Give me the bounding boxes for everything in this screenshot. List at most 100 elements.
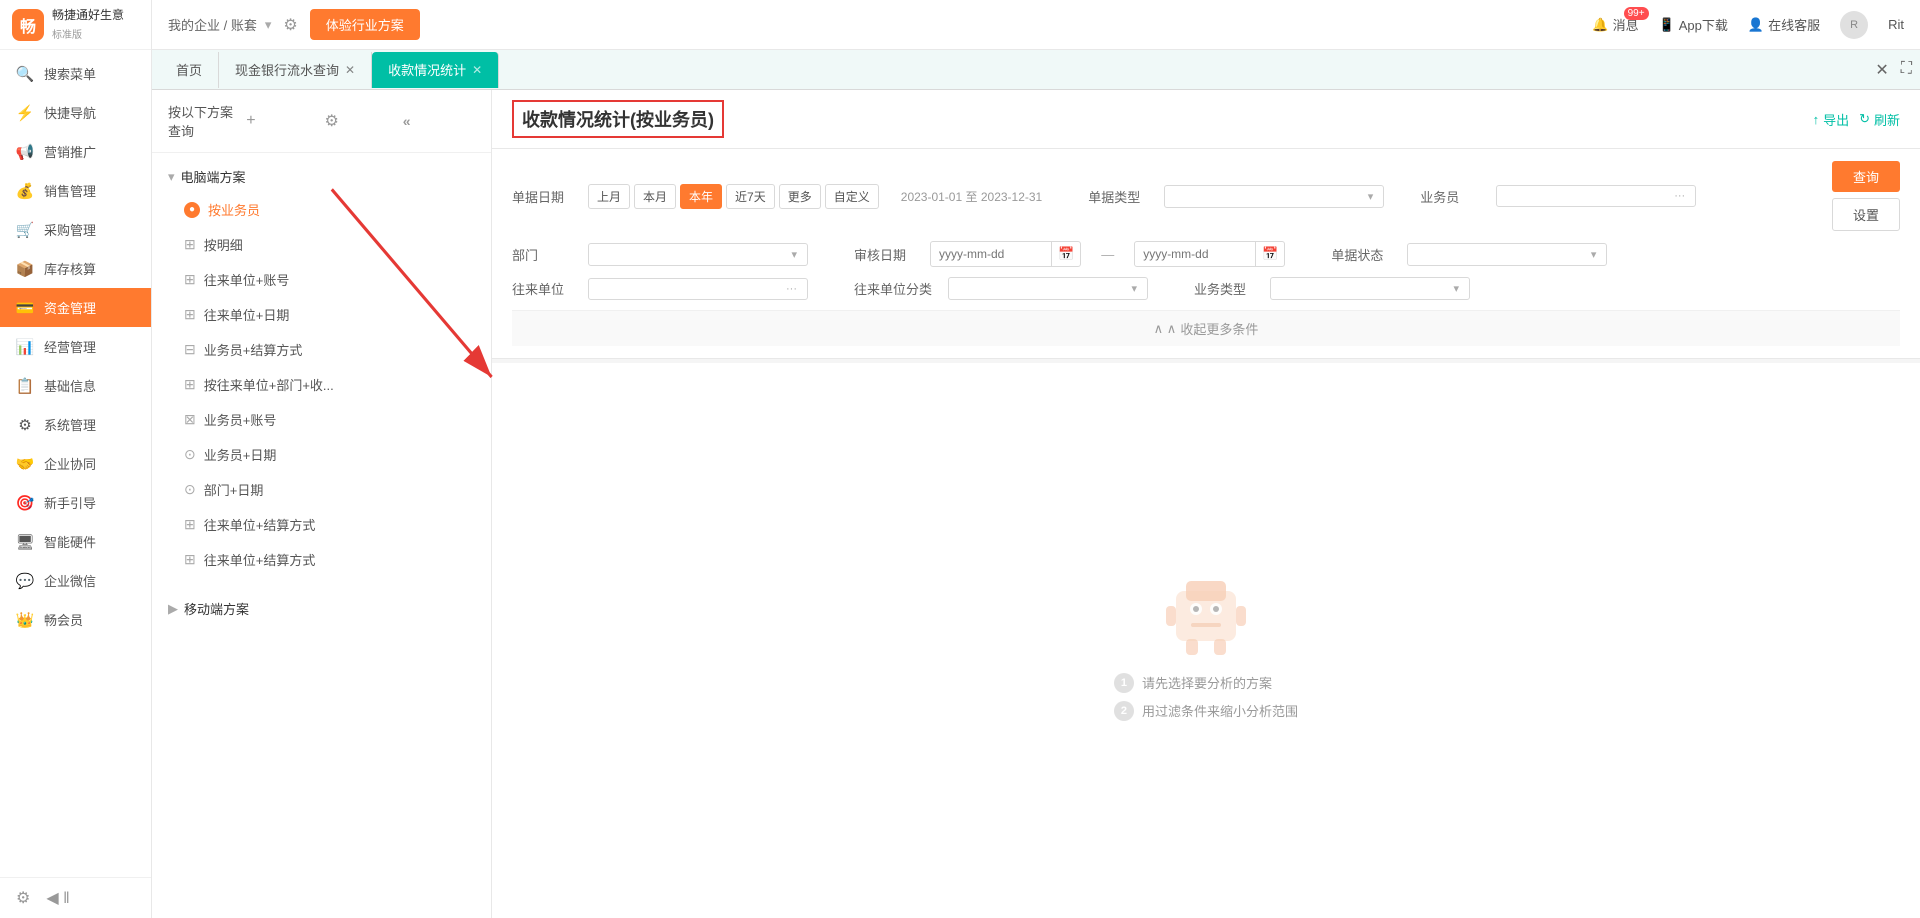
tab-bank[interactable]: 现金银行流水查询 ✕ <box>219 52 372 88</box>
scheme-item-by-salesperson[interactable]: ● 按业务员 <box>152 192 491 227</box>
logo-badge: 标准版 <box>52 26 124 41</box>
sidebar-item-wechat-label: 企业微信 <box>44 571 96 590</box>
scheme-item-dept-date-label: 部门+日期 <box>204 480 264 499</box>
close-window-icon[interactable]: ✕ <box>1875 60 1888 80</box>
review-date-to-input[interactable] <box>1135 243 1255 265</box>
vip-icon: 👑 <box>16 611 34 629</box>
sidebar-item-operations-label: 经营管理 <box>44 337 96 356</box>
empty-state-area: 1 请先选择要分析的方案 2 用过滤条件来缩小分析范围 <box>492 363 1920 918</box>
scheme-item-unit-date[interactable]: ⊞ 往来单位+日期 <box>152 297 491 332</box>
header-gear-icon[interactable]: ⚙ <box>283 15 297 35</box>
scheme-item-by-detail[interactable]: ⊞ 按明细 <box>152 227 491 262</box>
review-date-from-calendar-icon[interactable]: 📅 <box>1051 242 1080 266</box>
date-range-text: 2023-01-01 至 2023-12-31 <box>901 188 1042 205</box>
scheme-item-salesperson-date[interactable]: ⊙ 业务员+日期 <box>152 437 491 472</box>
query-button[interactable]: 查询 <box>1832 161 1900 192</box>
scheme-item-unit-settle2-label: 往来单位+结算方式 <box>204 550 316 569</box>
mobile-group-header[interactable]: ▶ 移动端方案 <box>152 593 491 624</box>
app-download-button[interactable]: 📱 App下载 <box>1659 15 1728 34</box>
add-scheme-button[interactable]: + <box>246 112 318 130</box>
doc-status-label: 单据状态 <box>1331 245 1391 264</box>
unit-settle1-icon: ⊞ <box>184 516 196 533</box>
biz-type-select[interactable]: ▾ <box>1270 277 1470 300</box>
unit-account-icon: ⊞ <box>184 271 196 288</box>
header-right: 🔔 消息 99+ 📱 App下载 👤 在线客服 R Rit <box>1592 11 1904 39</box>
date-tab-last-month[interactable]: 上月 <box>588 184 630 209</box>
footer-settings-btn[interactable]: ⚙ <box>16 888 30 908</box>
doc-type-label: 单据类型 <box>1088 187 1148 206</box>
export-icon: ↑ <box>1813 112 1820 127</box>
main-area: 我的企业 / 账套 ▾ ⚙ 体验行业方案 🔔 消息 99+ 📱 App下载 👤 … <box>152 0 1920 918</box>
desktop-group-header[interactable]: ▾ 电脑端方案 <box>152 161 491 192</box>
scheme-item-unit-dept-collect[interactable]: ⊞ 按往来单位+部门+收... <box>152 367 491 402</box>
sidebar-item-operations[interactable]: 📊 经营管理 <box>0 327 151 366</box>
sidebar-item-system[interactable]: ⚙ 系统管理 <box>0 405 151 444</box>
scheme-item-unit-settle1[interactable]: ⊞ 往来单位+结算方式 <box>152 507 491 542</box>
footer-collapse-btn[interactable]: ◀ ‖ <box>46 888 69 908</box>
scheme-item-dept-date[interactable]: ⊙ 部门+日期 <box>152 472 491 507</box>
tab-bank-close-icon[interactable]: ✕ <box>345 63 355 77</box>
review-date-to-group: 📅 <box>1134 241 1285 267</box>
sidebar-item-wechat[interactable]: 💬 企业微信 <box>0 561 151 600</box>
service-label: 在线客服 <box>1768 15 1820 34</box>
enterprise-icon: 🤝 <box>16 455 34 473</box>
from-unit-more-icon: ··· <box>786 283 797 295</box>
salesperson-account-icon: ⊠ <box>184 411 196 428</box>
collapse-panel-icon[interactable]: « <box>403 113 475 129</box>
date-tab-last7days[interactable]: 近7天 <box>726 184 775 209</box>
dept-select[interactable]: ▾ <box>588 243 808 266</box>
collapse-more-button[interactable]: ∧ ∧ 收起更多条件 <box>512 310 1900 346</box>
refresh-label: 刷新 <box>1874 110 1900 129</box>
date-tab-more[interactable]: 更多 <box>779 184 821 209</box>
message-badge: 99+ <box>1624 7 1649 20</box>
sidebar-item-hardware[interactable]: 🖥 智能硬件 <box>0 522 151 561</box>
sidebar-item-finance-label: 资金管理 <box>44 298 96 317</box>
tab-home[interactable]: 首页 <box>160 52 219 88</box>
scheme-item-salesperson-label: 按业务员 <box>208 200 260 219</box>
review-date-from-input[interactable] <box>931 243 1051 265</box>
sidebar-item-basic[interactable]: 📋 基础信息 <box>0 366 151 405</box>
review-date-to-calendar-icon[interactable]: 📅 <box>1255 242 1284 266</box>
filter-settings-button[interactable]: 设置 <box>1832 198 1900 231</box>
salesperson-select[interactable]: ··· <box>1496 185 1696 207</box>
sidebar-item-quicknav[interactable]: ⚡ 快捷导航 <box>0 93 151 132</box>
sidebar-item-guide[interactable]: 🎯 新手引导 <box>0 483 151 522</box>
tab-collection[interactable]: 收款情况统计 ✕ <box>372 52 499 88</box>
from-unit-label: 往来单位 <box>512 279 572 298</box>
sidebar-item-inventory[interactable]: 📦 库存核算 <box>0 249 151 288</box>
sidebar-item-enterprise[interactable]: 🤝 企业协同 <box>0 444 151 483</box>
scheme-settings-icon[interactable]: ⚙ <box>325 111 397 131</box>
sidebar-item-enterprise-label: 企业协同 <box>44 454 96 473</box>
export-button[interactable]: ↑ 导出 <box>1813 110 1850 129</box>
doc-status-select[interactable]: ▾ <box>1407 243 1607 266</box>
online-service-button[interactable]: 👤 在线客服 <box>1748 15 1820 34</box>
review-date-separator: — <box>1097 247 1118 262</box>
scheme-item-salesperson-account[interactable]: ⊠ 业务员+账号 <box>152 402 491 437</box>
from-unit-category-select[interactable]: ▾ <box>948 277 1148 300</box>
desktop-scheme-group: ▾ 电脑端方案 ● 按业务员 ⊞ 按明细 ⊞ 往来单位+账号 ⊞ 往来单位+ <box>152 153 491 585</box>
sidebar-item-search[interactable]: 🔍 搜索菜单 <box>0 54 151 93</box>
maximize-window-icon[interactable]: ⛶ <box>1901 60 1912 80</box>
date-tab-custom[interactable]: 自定义 <box>825 184 879 209</box>
sidebar-item-finance[interactable]: 💳 资金管理 <box>0 288 151 327</box>
date-tab-this-year[interactable]: 本年 <box>680 184 722 209</box>
breadcrumb-dropdown-icon[interactable]: ▾ <box>265 17 272 33</box>
from-unit-select[interactable]: ··· <box>588 278 808 300</box>
sidebar-item-vip[interactable]: 👑 畅会员 <box>0 600 151 639</box>
message-button[interactable]: 🔔 消息 99+ <box>1592 15 1638 34</box>
doc-type-select[interactable]: ▾ <box>1164 185 1384 208</box>
hardware-icon: 🖥 <box>16 533 34 551</box>
date-tab-this-month[interactable]: 本月 <box>634 184 676 209</box>
tab-collection-close-icon[interactable]: ✕ <box>472 63 482 77</box>
scheme-item-salesperson-settle[interactable]: ⊟ 业务员+结算方式 <box>152 332 491 367</box>
scheme-item-unit-account[interactable]: ⊞ 往来单位+账号 <box>152 262 491 297</box>
page-header-row: 收款情况统计(按业务员) ↑ 导出 ↻ 刷新 <box>492 90 1920 149</box>
sidebar-item-sales[interactable]: 💰 销售管理 <box>0 171 151 210</box>
sidebar-item-purchase[interactable]: 🛒 采购管理 <box>0 210 151 249</box>
scheme-item-unit-settle2[interactable]: ⊞ 往来单位+结算方式 <box>152 542 491 577</box>
refresh-icon: ↻ <box>1859 111 1870 127</box>
refresh-button[interactable]: ↻ 刷新 <box>1859 110 1900 129</box>
sidebar-item-marketing[interactable]: 📢 营销推广 <box>0 132 151 171</box>
trial-button[interactable]: 体验行业方案 <box>310 9 420 40</box>
mobile-group-label: 移动端方案 <box>184 599 249 618</box>
